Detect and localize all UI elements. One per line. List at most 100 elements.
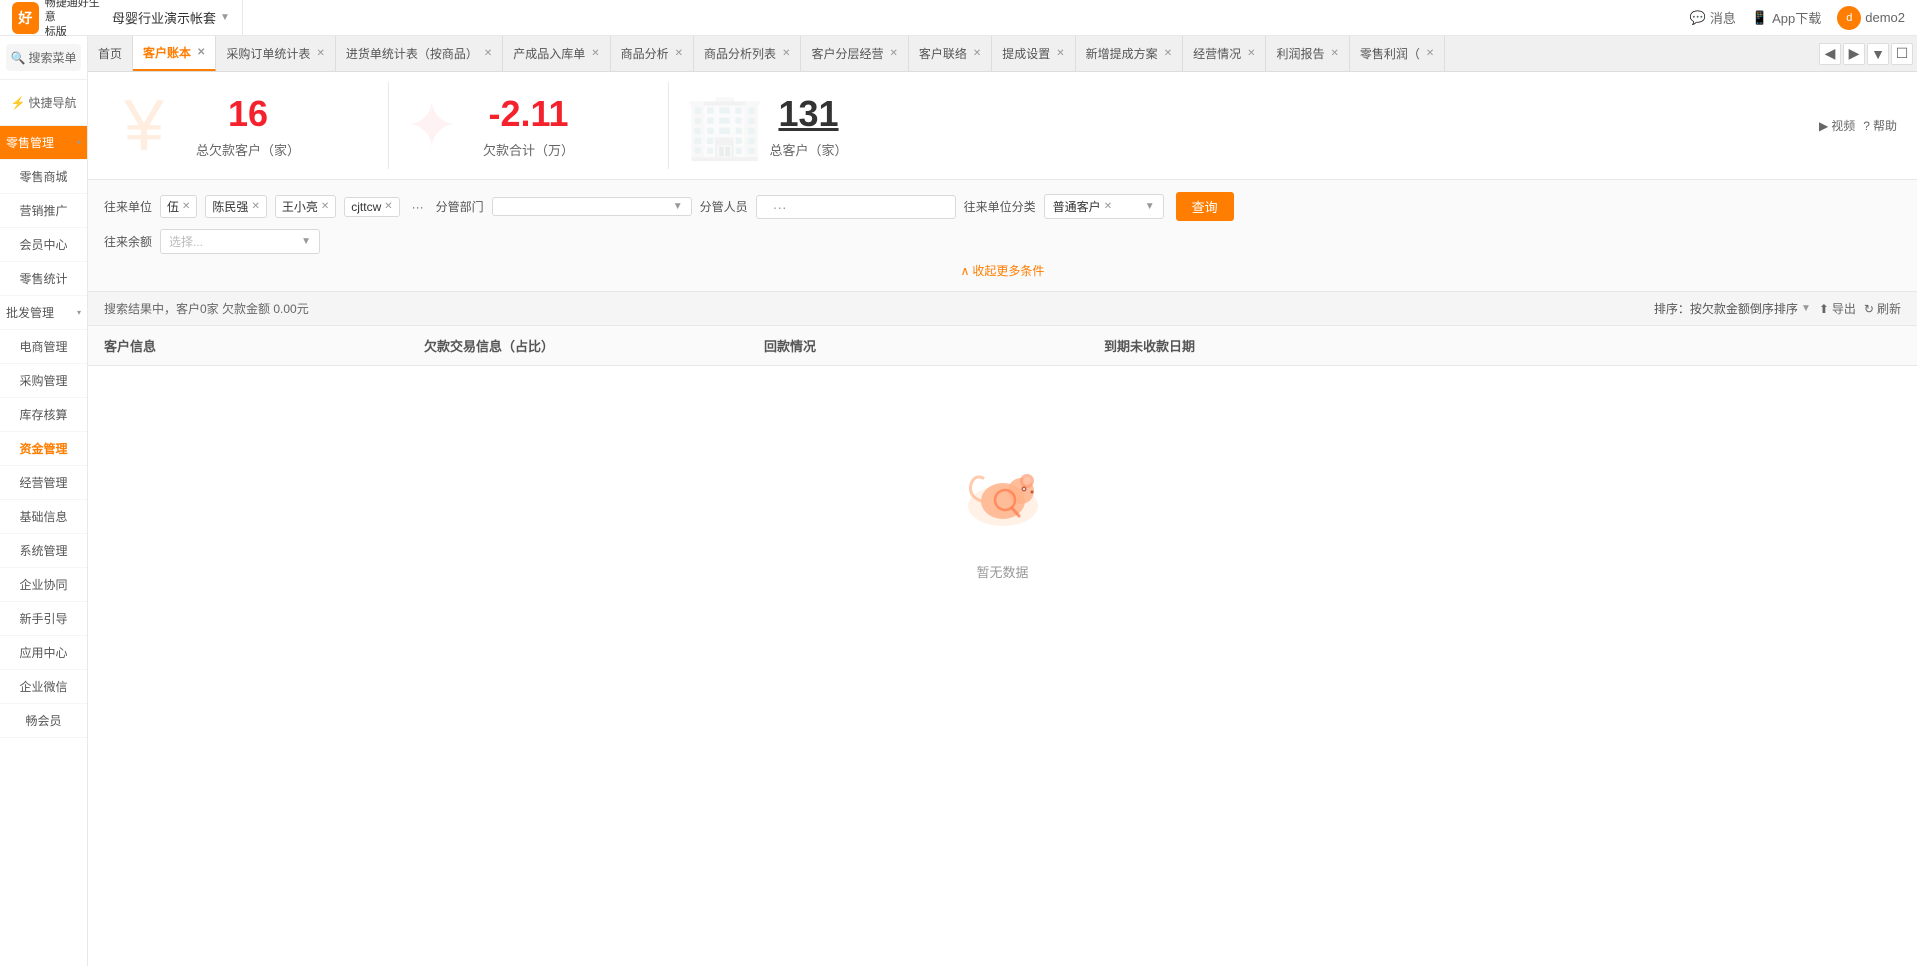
dept-select[interactable]: ▼ [492,197,692,216]
sort-button[interactable]: 排序：按欠款金额倒序排序 ▼ [1654,300,1811,317]
chevron-icon: ▾ [77,308,81,317]
download-icon: 📱 [1752,10,1768,26]
sidebar-item-label: 库存核算 [19,406,67,423]
user-menu[interactable]: d demo2 [1837,6,1905,30]
tab-customer-book[interactable]: 客户账本 ✕ [133,36,216,71]
sidebar-item-sys-mgmt[interactable]: 系统管理 [0,534,87,568]
sidebar-item-label: 营销推广 [19,202,67,219]
company-selector[interactable]: 母婴行业演示帐套 ▼ [100,0,243,35]
sidebar-item-app-center[interactable]: 应用中心 [0,636,87,670]
tab-close-icon[interactable]: ✕ [1164,48,1172,59]
sidebar-item-purchase[interactable]: 采购管理 [0,364,87,398]
tab-operations-status[interactable]: 经营情况 ✕ [1183,36,1266,71]
sidebar-item-retail-stats[interactable]: 零售统计 [0,262,87,296]
person-select[interactable]: ··· [756,195,956,219]
tab-new-achievement[interactable]: 新增提成方案 ✕ [1076,36,1183,71]
sidebar-item-operations[interactable]: 经营管理 [0,466,87,500]
tab-close-icon[interactable]: ✕ [197,47,205,58]
tab-cost-inbound[interactable]: 产成品入库单 ✕ [503,36,610,71]
tab-profit-report[interactable]: 利润报告 ✕ [1266,36,1349,71]
sidebar-item-retail-mgmt[interactable]: 零售管理 ▾ [0,126,87,160]
remove-tag-wang[interactable]: ✕ [321,201,329,212]
remove-tag-chen[interactable]: ✕ [251,201,259,212]
tab-retail-profit[interactable]: 零售利润（ ✕ [1350,36,1445,71]
remainder-select[interactable]: 选择... ▼ [160,229,320,254]
avatar: d [1837,6,1861,30]
sidebar-item-label: 电商管理 [19,338,67,355]
tab-close-icon[interactable]: ✕ [316,48,324,59]
tab-close-icon[interactable]: ✕ [889,48,897,59]
star-background-icon: ✦ [405,88,459,163]
sidebar-item-member-center[interactable]: 会员中心 [0,228,87,262]
chevron-icon: ▾ [77,138,81,147]
tab-product-analysis-list[interactable]: 商品分析列表 ✕ [694,36,801,71]
refresh-button[interactable]: ↻ 刷新 [1864,300,1901,317]
stat-value-debt-amount: -2.11 [488,92,568,135]
sidebar-item-batch-mgmt[interactable]: 批发管理 ▾ [0,296,87,330]
message-icon: 💬 [1690,10,1706,26]
sidebar-item-marketing[interactable]: 营销推广 [0,194,87,228]
sidebar-item-ecommerce[interactable]: 电商管理 [0,330,87,364]
remove-category-tag[interactable]: ✕ [1104,201,1112,212]
tab-close-icon[interactable]: ✕ [484,48,492,59]
tab-close-icon[interactable]: ✕ [591,48,599,59]
tab-purchase-order[interactable]: 采购订单统计表 ✕ [216,36,335,71]
tab-home[interactable]: 首页 [88,36,133,71]
sidebar-item-label: 会员中心 [19,236,67,253]
tab-customer-segment[interactable]: 客户分层经营 ✕ [801,36,908,71]
collapse-button[interactable]: ∧ 收起更多条件 [961,262,1045,279]
tab-customer-contact[interactable]: 客户联络 ✕ [909,36,992,71]
tab-maximize-button[interactable]: ☐ [1891,43,1913,65]
help-button[interactable]: ? 帮助 [1863,117,1897,134]
export-button[interactable]: ⬆ 导出 [1819,300,1856,317]
search-icon: 🔍 [11,51,26,65]
app-download-button[interactable]: 📱 App下载 [1752,8,1821,27]
results-bar: 搜索结果中，客户0家 欠款金额 0.00元 排序：按欠款金额倒序排序 ▼ ⬆ 导… [88,292,1917,326]
search-menu-button[interactable]: 🔍 搜索菜单 [6,44,81,71]
results-summary: 搜索结果中，客户0家 欠款金额 0.00元 [104,300,309,317]
tab-close-icon[interactable]: ✕ [1331,48,1339,59]
sidebar-item-finance[interactable]: 资金管理 [0,432,87,466]
message-button[interactable]: 💬 消息 [1690,8,1736,27]
tab-menu-button[interactable]: ▼ [1867,43,1889,65]
tab-close-icon[interactable]: ✕ [973,48,981,59]
col-header-debt: 欠款交易信息（占比） [424,336,764,355]
sidebar-item-vip-member[interactable]: 畅会员 [0,704,87,738]
more-tags-button[interactable]: ··· [408,198,428,216]
tab-incoming-stats[interactable]: 进货单统计表（按商品） ✕ [336,36,503,71]
remove-tag-wu[interactable]: ✕ [182,201,190,212]
tab-close-icon[interactable]: ✕ [1426,48,1434,59]
quick-nav-button[interactable]: ⚡ 快捷导航 [6,88,81,117]
sidebar-item-newbie[interactable]: 新手引导 [0,602,87,636]
export-icon: ⬆ [1819,302,1829,316]
filter-area: 往来单位 伍 ✕ 陈民强 ✕ 王小亮 ✕ cjttcw [88,180,1917,292]
sidebar-item-enterprise-wechat[interactable]: 企业微信 [0,670,87,704]
tab-close-icon[interactable]: ✕ [675,48,683,59]
query-button[interactable]: 查询 [1176,192,1234,221]
tab-product-analysis[interactable]: 商品分析 ✕ [611,36,694,71]
empty-illustration [953,446,1053,546]
sidebar-item-basic-info[interactable]: 基础信息 [0,500,87,534]
remove-tag-cjttcw[interactable]: ✕ [384,201,392,212]
video-button[interactable]: ▶ 视频 [1819,117,1855,134]
stat-value-total-customers: 131 [778,92,838,135]
sidebar: 🔍 搜索菜单 ⚡ 快捷导航 零售管理 ▾ 零售商城 营销推广 会员中心 零售统计 [0,36,88,966]
tab-close-icon[interactable]: ✕ [782,48,790,59]
sidebar-item-label: 企业微信 [19,678,67,695]
unit-category-select[interactable]: 普通客户 ✕ ▼ [1044,194,1164,219]
sidebar-item-retail-mall[interactable]: 零售商城 [0,160,87,194]
tab-close-icon[interactable]: ✕ [1056,48,1064,59]
sidebar-item-label: 经营管理 [19,474,67,491]
stats-actions: ▶ 视频 ? 帮助 [1819,117,1897,134]
refresh-icon: ↻ [1864,302,1874,316]
tab-scroll-right-button[interactable]: ▶ [1843,43,1865,65]
sidebar-item-inventory[interactable]: 库存核算 [0,398,87,432]
sidebar-item-enterprise[interactable]: 企业协同 [0,568,87,602]
main-layout: 🔍 搜索菜单 ⚡ 快捷导航 零售管理 ▾ 零售商城 营销推广 会员中心 零售统计 [0,36,1917,966]
chevron-down-icon: ▼ [1801,303,1811,314]
top-bar: 好 畅捷通好生意 标版 母婴行业演示帐套 ▼ 💬 消息 📱 App下载 d de… [0,0,1917,36]
tab-promotion-settings[interactable]: 提成设置 ✕ [992,36,1075,71]
logo-icon: 好 [12,2,39,34]
tab-close-icon[interactable]: ✕ [1247,48,1255,59]
tab-scroll-left-button[interactable]: ◀ [1819,43,1841,65]
